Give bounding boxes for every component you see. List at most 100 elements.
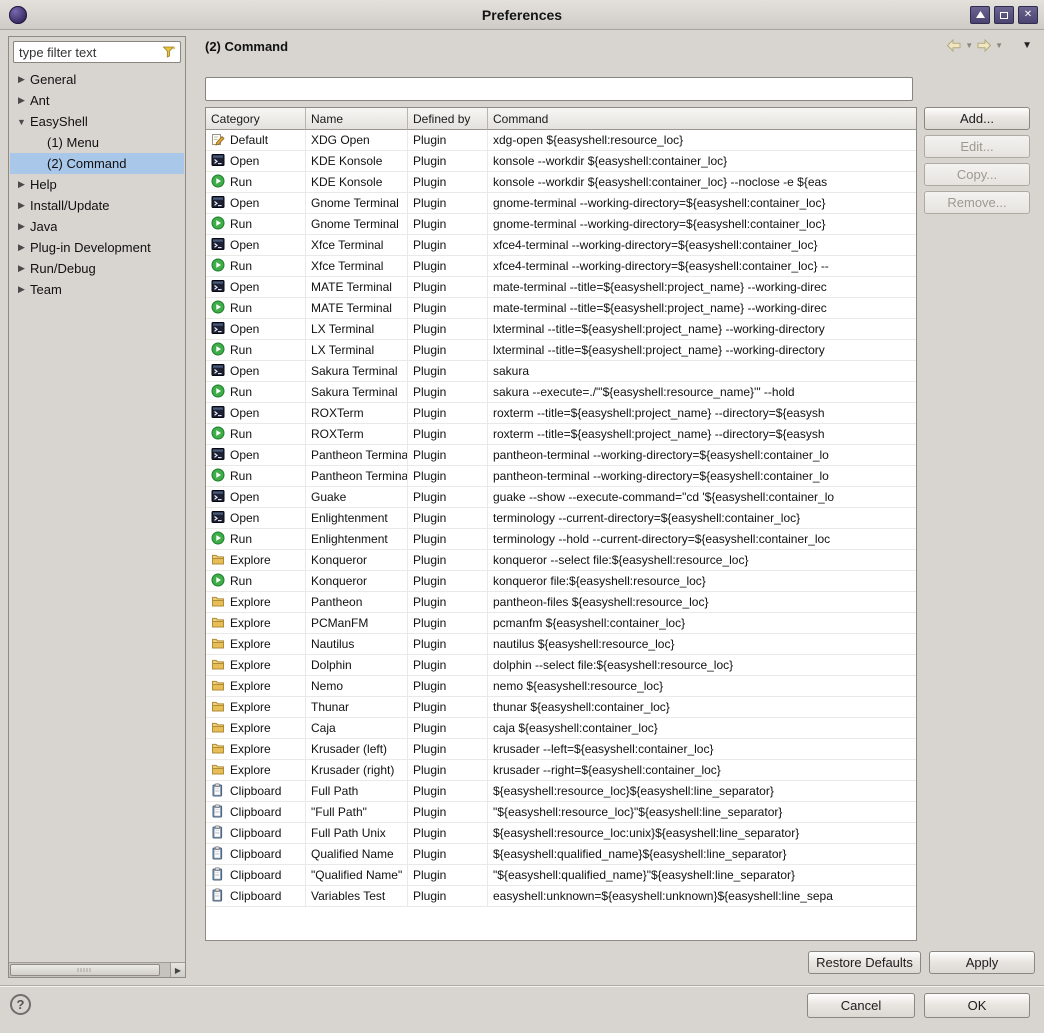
- category-wrap: Explore: [211, 676, 300, 696]
- table-row[interactable]: DefaultXDG OpenPluginxdg-open ${easyshel…: [206, 130, 917, 151]
- table-row[interactable]: RunKonquerorPluginkonqueror file:${easys…: [206, 571, 917, 592]
- copy-button[interactable]: Copy...: [924, 163, 1030, 186]
- sidebar-horizontal-scrollbar[interactable]: ▶: [9, 962, 185, 977]
- clipboard-icon: [211, 846, 225, 863]
- tree-item-run-debug[interactable]: ▶Run/Debug: [10, 258, 184, 279]
- clipboard-icon: [211, 783, 225, 800]
- remove-button[interactable]: Remove...: [924, 191, 1030, 214]
- table-row[interactable]: ExplorePCManFMPluginpcmanfm ${easyshell:…: [206, 613, 917, 634]
- scroll-right-arrow-icon[interactable]: ▶: [170, 963, 185, 977]
- table-row[interactable]: OpenMATE TerminalPluginmate-terminal --t…: [206, 277, 917, 298]
- expand-icon[interactable]: ▶: [13, 263, 30, 274]
- table-row[interactable]: RunROXTermPluginroxterm --title=${easysh…: [206, 424, 917, 445]
- cell-command: caja ${easyshell:container_loc}: [488, 718, 917, 739]
- tree-item-easyshell[interactable]: ▼EasyShell: [10, 111, 184, 132]
- table-row[interactable]: RunGnome TerminalPlugingnome-terminal --…: [206, 214, 917, 235]
- table-row[interactable]: RunLX TerminalPluginlxterminal --title=$…: [206, 340, 917, 361]
- tree-item-help[interactable]: ▶Help: [10, 174, 184, 195]
- table-row[interactable]: RunEnlightenmentPluginterminology --hold…: [206, 529, 917, 550]
- back-arrow-icon: [946, 38, 962, 53]
- category-wrap: Clipboard: [211, 802, 300, 822]
- table-row[interactable]: ExploreKonquerorPluginkonqueror --select…: [206, 550, 917, 571]
- view-menu-button[interactable]: ▼: [1022, 40, 1032, 51]
- folder-icon: [211, 720, 225, 737]
- column-header-defined-by[interactable]: Defined by: [408, 108, 488, 130]
- table-row[interactable]: OpenXfce TerminalPluginxfce4-terminal --…: [206, 235, 917, 256]
- category-label: Run: [230, 574, 252, 588]
- table-row[interactable]: ExploreKrusader (left)Pluginkrusader --l…: [206, 739, 917, 760]
- maximize-button[interactable]: [994, 6, 1014, 24]
- table-row[interactable]: ExploreThunarPluginthunar ${easyshell:co…: [206, 697, 917, 718]
- table-row[interactable]: ClipboardFull PathPlugin${easyshell:reso…: [206, 781, 917, 802]
- filter-icon[interactable]: [162, 45, 176, 59]
- table-row[interactable]: ExploreCajaPlugincaja ${easyshell:contai…: [206, 718, 917, 739]
- table-row[interactable]: OpenGuakePluginguake --show --execute-co…: [206, 487, 917, 508]
- table-row[interactable]: OpenLX TerminalPluginlxterminal --title=…: [206, 319, 917, 340]
- expand-icon[interactable]: ▶: [13, 179, 30, 190]
- column-header-name[interactable]: Name: [306, 108, 408, 130]
- table-row[interactable]: ExploreNautilusPluginnautilus ${easyshel…: [206, 634, 917, 655]
- table-row[interactable]: ClipboardFull Path UnixPlugin${easyshell…: [206, 823, 917, 844]
- table-row[interactable]: RunSakura TerminalPluginsakura --execute…: [206, 382, 917, 403]
- help-button[interactable]: ?: [10, 994, 31, 1015]
- scrollbar-thumb[interactable]: [10, 964, 160, 976]
- ok-button[interactable]: OK: [924, 993, 1030, 1018]
- edit-button[interactable]: Edit...: [924, 135, 1030, 158]
- table-row[interactable]: ExploreKrusader (right)Pluginkrusader --…: [206, 760, 917, 781]
- table-row[interactable]: Clipboard"Full Path"Plugin"${easyshell:r…: [206, 802, 917, 823]
- cell-defined-by: Plugin: [408, 382, 488, 403]
- table-row[interactable]: RunXfce TerminalPluginxfce4-terminal --w…: [206, 256, 917, 277]
- table-row[interactable]: OpenGnome TerminalPlugingnome-terminal -…: [206, 193, 917, 214]
- table-row[interactable]: ExploreDolphinPlugindolphin --select fil…: [206, 655, 917, 676]
- tree-item-install-update[interactable]: ▶Install/Update: [10, 195, 184, 216]
- minimize-button[interactable]: [970, 6, 990, 24]
- cell-category: Explore: [206, 739, 306, 760]
- forward-history-dropdown[interactable]: ▼: [995, 41, 1003, 50]
- collapse-icon[interactable]: ▼: [13, 117, 30, 127]
- table-row[interactable]: ClipboardVariables TestPlugineasyshell:u…: [206, 886, 917, 907]
- forward-button[interactable]: [976, 38, 992, 53]
- add-button[interactable]: Add...: [924, 107, 1030, 130]
- tree-item-2-command[interactable]: (2) Command: [10, 153, 184, 174]
- navigation-toolbar: ▼ ▼ ▼: [946, 38, 1032, 53]
- table-row[interactable]: OpenPantheon TerminalPluginpantheon-term…: [206, 445, 917, 466]
- column-header-category[interactable]: Category: [206, 108, 306, 130]
- column-header-command[interactable]: Command: [488, 108, 917, 130]
- tree-item-general[interactable]: ▶General: [10, 69, 184, 90]
- tree-item-plug-in-development[interactable]: ▶Plug-in Development: [10, 237, 184, 258]
- edit-icon: [211, 132, 225, 149]
- table-row[interactable]: RunPantheon TerminalPluginpantheon-termi…: [206, 466, 917, 487]
- tree-item-1-menu[interactable]: (1) Menu: [10, 132, 184, 153]
- command-filter-input[interactable]: [205, 77, 913, 101]
- table-row[interactable]: ExplorePantheonPluginpantheon-files ${ea…: [206, 592, 917, 613]
- expand-icon[interactable]: ▶: [13, 95, 30, 106]
- close-button[interactable]: ✕: [1018, 6, 1038, 24]
- cancel-button[interactable]: Cancel: [807, 993, 915, 1018]
- cell-name: Xfce Terminal: [306, 256, 408, 277]
- expand-icon[interactable]: ▶: [13, 221, 30, 232]
- expand-icon[interactable]: ▶: [13, 74, 30, 85]
- table-row[interactable]: RunKDE KonsolePluginkonsole --workdir ${…: [206, 172, 917, 193]
- expand-icon[interactable]: ▶: [13, 200, 30, 211]
- table-row[interactable]: RunMATE TerminalPluginmate-terminal --ti…: [206, 298, 917, 319]
- back-button[interactable]: [946, 38, 962, 53]
- expand-icon[interactable]: ▶: [13, 284, 30, 295]
- table-row[interactable]: ExploreNemoPluginnemo ${easyshell:resour…: [206, 676, 917, 697]
- restore-defaults-button[interactable]: Restore Defaults: [808, 951, 921, 974]
- apply-button[interactable]: Apply: [929, 951, 1035, 974]
- table-row[interactable]: OpenSakura TerminalPluginsakura: [206, 361, 917, 382]
- tree-item-ant[interactable]: ▶Ant: [10, 90, 184, 111]
- expand-icon[interactable]: ▶: [13, 242, 30, 253]
- tree-filter-input[interactable]: [13, 41, 181, 63]
- table-row[interactable]: Clipboard"Qualified Name"Plugin"${easysh…: [206, 865, 917, 886]
- back-history-dropdown[interactable]: ▼: [965, 41, 973, 50]
- table-row[interactable]: OpenEnlightenmentPluginterminology --cur…: [206, 508, 917, 529]
- tree-item-label: (2) Command: [47, 156, 126, 171]
- table-row[interactable]: OpenKDE KonsolePluginkonsole --workdir $…: [206, 151, 917, 172]
- category-label: Run: [230, 175, 252, 189]
- table-row[interactable]: ClipboardQualified NamePlugin${easyshell…: [206, 844, 917, 865]
- cell-defined-by: Plugin: [408, 151, 488, 172]
- table-row[interactable]: OpenROXTermPluginroxterm --title=${easys…: [206, 403, 917, 424]
- tree-item-team[interactable]: ▶Team: [10, 279, 184, 300]
- tree-item-java[interactable]: ▶Java: [10, 216, 184, 237]
